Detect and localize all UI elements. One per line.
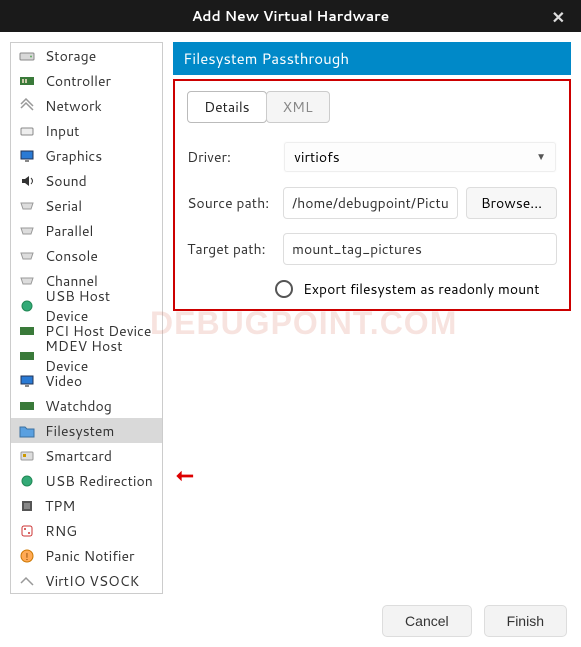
channel-icon	[19, 273, 35, 289]
target-path-input[interactable]: mount_tag_pictures	[283, 233, 557, 265]
sidebar-item-label: Input	[45, 121, 79, 141]
console-icon	[19, 248, 35, 264]
sidebar-item-usb-redirect[interactable]: USB Redirection	[11, 468, 162, 493]
readonly-radio[interactable]	[275, 280, 293, 298]
sidebar-item-watchdog[interactable]: Watchdog	[11, 393, 162, 418]
cancel-button[interactable]: Cancel	[382, 605, 472, 637]
tab-details[interactable]: Details	[187, 91, 267, 123]
sound-icon	[19, 173, 35, 189]
chip-icon	[19, 498, 35, 514]
sidebar-item-label: USB Host Device	[45, 286, 154, 326]
sidebar-item-label: Filesystem	[45, 421, 114, 441]
sidebar-item-label: Network	[45, 96, 102, 116]
dialog-footer: Cancel Finish	[382, 605, 567, 637]
video-icon	[19, 373, 35, 389]
sidebar-item-usb-host[interactable]: USB Host Device	[11, 293, 162, 318]
sidebar-item-vsock[interactable]: VirtIO VSOCK	[11, 568, 162, 593]
disk-icon	[19, 48, 35, 64]
sidebar-item-console[interactable]: Console	[11, 243, 162, 268]
main-panel: Filesystem Passthrough Details XML Drive…	[173, 42, 571, 594]
panel-header: Filesystem Passthrough	[173, 42, 571, 75]
sidebar-item-label: Watchdog	[45, 396, 112, 416]
panic-icon: !	[19, 548, 35, 564]
driver-label: Driver:	[187, 147, 275, 167]
sidebar-item-tpm[interactable]: TPM	[11, 493, 162, 518]
monitor-icon	[19, 148, 35, 164]
sidebar-item-serial[interactable]: Serial	[11, 193, 162, 218]
sidebar-item-label: Graphics	[45, 146, 102, 166]
sidebar-item-label: TPM	[45, 496, 75, 516]
sidebar-item-label: Storage	[45, 46, 96, 66]
vsock-icon	[19, 573, 35, 589]
close-button[interactable]: ✕	[546, 4, 571, 31]
sidebar-item-parallel[interactable]: Parallel	[11, 218, 162, 243]
tabs: Details XML	[187, 91, 557, 123]
sidebar-item-label: Console	[45, 246, 98, 266]
controller-icon	[19, 73, 35, 89]
sidebar-item-sound[interactable]: Sound	[11, 168, 162, 193]
sidebar-item-panic[interactable]: ! Panic Notifier	[11, 543, 162, 568]
titlebar: Add New Virtual Hardware ✕	[0, 0, 581, 32]
form-panel: Details XML Driver: virtiofs ▼ Source pa…	[173, 79, 571, 311]
sidebar-item-mdev-host[interactable]: MDEV Host Device	[11, 343, 162, 368]
sidebar-item-label: RNG	[45, 521, 77, 541]
driver-dropdown[interactable]: virtiofs ▼	[283, 141, 557, 173]
parallel-icon	[19, 223, 35, 239]
target-path-label: Target path:	[187, 239, 275, 259]
sidebar-item-label: Video	[45, 371, 82, 391]
readonly-label: Export filesystem as readonly mount	[303, 279, 539, 299]
mdev-icon	[19, 348, 35, 364]
hardware-sidebar: Storage Controller Network Input Graphic…	[10, 42, 163, 594]
svg-text:!: !	[25, 550, 28, 564]
source-path-input[interactable]: /home/debugpoint/Pictu	[283, 187, 458, 219]
usb-redirect-icon	[19, 473, 35, 489]
chevron-down-icon: ▼	[536, 150, 546, 164]
window-title: Add New Virtual Hardware	[192, 6, 390, 26]
input-icon	[19, 123, 35, 139]
folder-icon	[19, 423, 35, 439]
finish-button[interactable]: Finish	[484, 605, 567, 637]
sidebar-item-label: Panic Notifier	[45, 546, 134, 566]
sidebar-item-label: USB Redirection	[45, 471, 153, 491]
sidebar-item-label: Serial	[45, 196, 82, 216]
sidebar-item-smartcard[interactable]: Smartcard	[11, 443, 162, 468]
usb-icon	[19, 298, 35, 314]
source-path-label: Source path:	[187, 193, 275, 213]
pci-icon	[19, 323, 35, 339]
sidebar-item-network[interactable]: Network	[11, 93, 162, 118]
browse-button[interactable]: Browse...	[466, 187, 557, 219]
sidebar-item-filesystem[interactable]: Filesystem	[11, 418, 162, 443]
dice-icon	[19, 523, 35, 539]
sidebar-item-label: Smartcard	[45, 446, 112, 466]
sidebar-item-label: VirtIO VSOCK	[45, 571, 139, 591]
sidebar-item-label: Parallel	[45, 221, 93, 241]
sidebar-item-graphics[interactable]: Graphics	[11, 143, 162, 168]
serial-icon	[19, 198, 35, 214]
tab-xml[interactable]: XML	[266, 91, 330, 123]
sidebar-item-storage[interactable]: Storage	[11, 43, 162, 68]
sidebar-item-label: MDEV Host Device	[45, 336, 154, 376]
sidebar-item-label: Controller	[45, 71, 111, 91]
sidebar-item-label: Sound	[45, 171, 87, 191]
sidebar-item-input[interactable]: Input	[11, 118, 162, 143]
sidebar-item-rng[interactable]: RNG	[11, 518, 162, 543]
sidebar-item-controller[interactable]: Controller	[11, 68, 162, 93]
watchdog-icon	[19, 398, 35, 414]
driver-value: virtiofs	[294, 147, 340, 167]
smartcard-icon	[19, 448, 35, 464]
network-icon	[19, 98, 35, 114]
